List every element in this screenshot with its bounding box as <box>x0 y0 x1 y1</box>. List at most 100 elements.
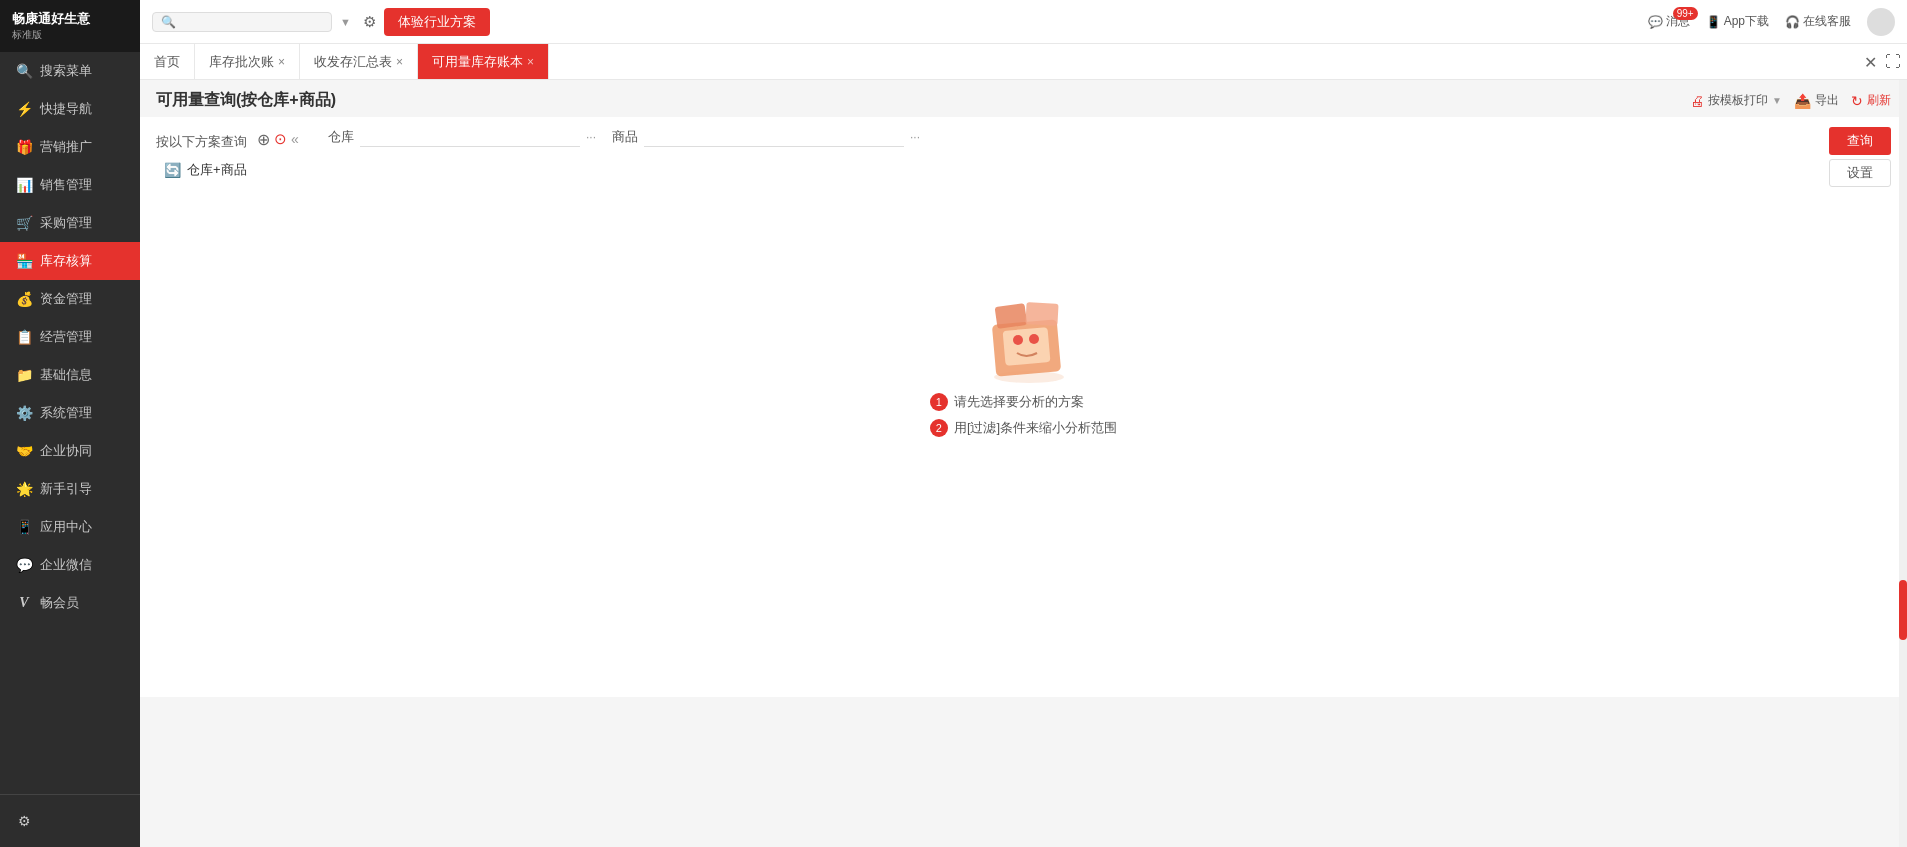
service-label: 在线客服 <box>1803 13 1851 30</box>
online-service-btn[interactable]: 🎧 在线客服 <box>1785 13 1851 30</box>
system-icon: ⚙️ <box>16 405 32 421</box>
sidebar-item-appstore[interactable]: 📱 应用中心 <box>0 508 140 546</box>
export-label: 导出 <box>1815 92 1839 109</box>
app-icon: 📱 <box>1706 15 1721 29</box>
sidebar-item-label: 畅会员 <box>40 594 79 612</box>
sidebar-item-purchase[interactable]: 🛒 采购管理 <box>0 204 140 242</box>
page-header-actions: 🖨 按模板打印 ▼ 📤 导出 ↻ 刷新 <box>1690 92 1891 109</box>
service-icon: 🎧 <box>1785 15 1800 29</box>
tab-recv-summary[interactable]: 收发存汇总表 × <box>300 44 418 79</box>
sidebar-item-label: 搜索菜单 <box>40 62 92 80</box>
page-header: 可用量查询(按仓库+商品) 🖨 按模板打印 ▼ 📤 导出 ↻ 刷新 <box>140 80 1907 117</box>
sidebar-item-label: 系统管理 <box>40 404 92 422</box>
sidebar-item-search[interactable]: 🔍 搜索菜单 <box>0 52 140 90</box>
inventory-icon: 🏪 <box>16 253 32 269</box>
sidebar-item-newbie[interactable]: 🌟 新手引导 <box>0 470 140 508</box>
setting-scheme-icon[interactable]: ⊙ <box>274 130 287 148</box>
main-area: 🔍 ▼ ⚙ 体验行业方案 💬 消息 99+ 📱 App下载 🎧 在线客服 <box>140 0 1907 847</box>
sidebar-item-wechat[interactable]: 💬 企业微信 <box>0 546 140 584</box>
tab-home[interactable]: 首页 <box>140 44 195 79</box>
topbar: 🔍 ▼ ⚙ 体验行业方案 💬 消息 99+ 📱 App下载 🎧 在线客服 <box>140 0 1907 44</box>
refresh-btn[interactable]: ↻ 刷新 <box>1851 92 1891 109</box>
sidebar-item-system[interactable]: ⚙️ 系统管理 <box>0 394 140 432</box>
sidebar-item-marketing[interactable]: 🎁 营销推广 <box>0 128 140 166</box>
sidebar-item-inventory[interactable]: 🏪 库存核算 <box>0 242 140 280</box>
sidebar-item-label: 营销推广 <box>40 138 92 156</box>
wechat-icon: 💬 <box>16 557 32 573</box>
svg-rect-3 <box>1025 302 1058 326</box>
sidebar-item-label: 企业协同 <box>40 442 92 460</box>
query-btn[interactable]: 查询 <box>1829 127 1891 155</box>
scheme-item-warehouse-goods[interactable]: 🔄 仓库+商品 <box>156 157 316 183</box>
sidebar-item-operations[interactable]: 📋 经营管理 <box>0 318 140 356</box>
scheme-panel: 按以下方案查询 ⊕ ⊙ « 🔄 仓库+商品 <box>156 127 316 183</box>
tab-batch-ledger[interactable]: 库存批次账 × <box>195 44 300 79</box>
add-scheme-icon[interactable]: ⊕ <box>257 130 270 149</box>
topbar-gear-icon[interactable]: ⚙ <box>363 13 376 31</box>
right-scrollbar[interactable] <box>1899 80 1907 847</box>
warehouse-input[interactable] <box>360 127 580 147</box>
hint-1-num: 1 <box>930 393 948 411</box>
quick-nav-icon: ⚡ <box>16 101 32 117</box>
settings-footer-icon: ⚙ <box>16 813 32 829</box>
scheme-header: 按以下方案查询 ⊕ ⊙ « <box>156 127 316 151</box>
sidebar-item-label: 应用中心 <box>40 518 92 536</box>
sidebar-item-quick-nav[interactable]: ⚡ 快捷导航 <box>0 90 140 128</box>
search-box[interactable]: 🔍 <box>152 12 332 32</box>
sidebar-item-sales[interactable]: 📊 销售管理 <box>0 166 140 204</box>
sidebar-item-finance[interactable]: 💰 资金管理 <box>0 280 140 318</box>
member-icon: V <box>16 595 32 611</box>
finance-icon: 💰 <box>16 291 32 307</box>
export-btn[interactable]: 📤 导出 <box>1794 92 1839 109</box>
sidebar-item-label: 基础信息 <box>40 366 92 384</box>
sidebar-item-basic[interactable]: 📁 基础信息 <box>0 356 140 394</box>
warehouse-more-icon[interactable]: ··· <box>586 130 596 144</box>
empty-hint-2: 2 用[过滤]条件来缩小分析范围 <box>930 419 1117 437</box>
svg-rect-4 <box>1002 327 1050 366</box>
empty-hint-1: 1 请先选择要分析的方案 <box>930 393 1117 411</box>
basic-icon: 📁 <box>16 367 32 383</box>
tabbar-close-btn[interactable]: ✕ <box>1864 52 1877 71</box>
svg-rect-2 <box>994 303 1027 329</box>
sidebar: 畅康通好生意 标准版 🔍 搜索菜单 ⚡ 快捷导航 🎁 营销推广 📊 销售管理 🛒… <box>0 0 140 847</box>
print-btn[interactable]: 🖨 按模板打印 ▼ <box>1690 92 1782 109</box>
tab-available-ledger-label: 可用量库存账本 <box>432 53 523 71</box>
sidebar-item-label: 资金管理 <box>40 290 92 308</box>
empty-state: 1 请先选择要分析的方案 2 用[过滤]条件来缩小分析范围 <box>140 197 1907 477</box>
goods-input[interactable] <box>644 127 904 147</box>
search-icon: 🔍 <box>16 63 32 79</box>
sidebar-item-label: 快捷导航 <box>40 100 92 118</box>
export-icon: 📤 <box>1794 93 1811 109</box>
trial-btn[interactable]: 体验行业方案 <box>384 8 490 36</box>
tab-batch-ledger-close[interactable]: × <box>278 55 285 69</box>
brand-name: 畅康通好生意 <box>12 10 90 28</box>
sidebar-item-member[interactable]: V 畅会员 <box>0 584 140 622</box>
user-avatar[interactable] <box>1867 8 1895 36</box>
print-chevron-icon[interactable]: ▼ <box>1772 95 1782 106</box>
warehouse-label: 仓库 <box>328 128 354 146</box>
search-input[interactable] <box>180 15 300 29</box>
hint-2-num: 2 <box>930 419 948 437</box>
sidebar-item-settings-footer[interactable]: ⚙ <box>0 803 140 839</box>
action-buttons: 查询 设置 <box>1829 127 1891 187</box>
collapse-scheme-icon[interactable]: « <box>291 131 299 147</box>
app-download-btn[interactable]: 📱 App下载 <box>1706 13 1769 30</box>
refresh-icon: ↻ <box>1851 93 1863 109</box>
sidebar-item-label: 采购管理 <box>40 214 92 232</box>
sidebar-item-enterprise[interactable]: 🤝 企业协同 <box>0 432 140 470</box>
sidebar-item-label: 销售管理 <box>40 176 92 194</box>
tab-available-ledger-close[interactable]: × <box>527 55 534 69</box>
scrollbar-thumb <box>1899 580 1907 640</box>
goods-more-icon[interactable]: ··· <box>910 130 920 144</box>
empty-hints: 1 请先选择要分析的方案 2 用[过滤]条件来缩小分析范围 <box>930 393 1117 437</box>
message-btn[interactable]: 💬 消息 99+ <box>1648 13 1690 30</box>
tab-batch-ledger-label: 库存批次账 <box>209 53 274 71</box>
settings-btn[interactable]: 设置 <box>1829 159 1891 187</box>
hint-1-text: 请先选择要分析的方案 <box>954 393 1084 411</box>
tabbar-expand-btn[interactable]: ⛶ <box>1885 53 1901 71</box>
search-chevron-icon[interactable]: ▼ <box>340 16 351 28</box>
tab-recv-summary-label: 收发存汇总表 <box>314 53 392 71</box>
brand-sub: 标准版 <box>12 28 42 42</box>
tab-available-ledger[interactable]: 可用量库存账本 × <box>418 44 549 79</box>
tab-recv-summary-close[interactable]: × <box>396 55 403 69</box>
